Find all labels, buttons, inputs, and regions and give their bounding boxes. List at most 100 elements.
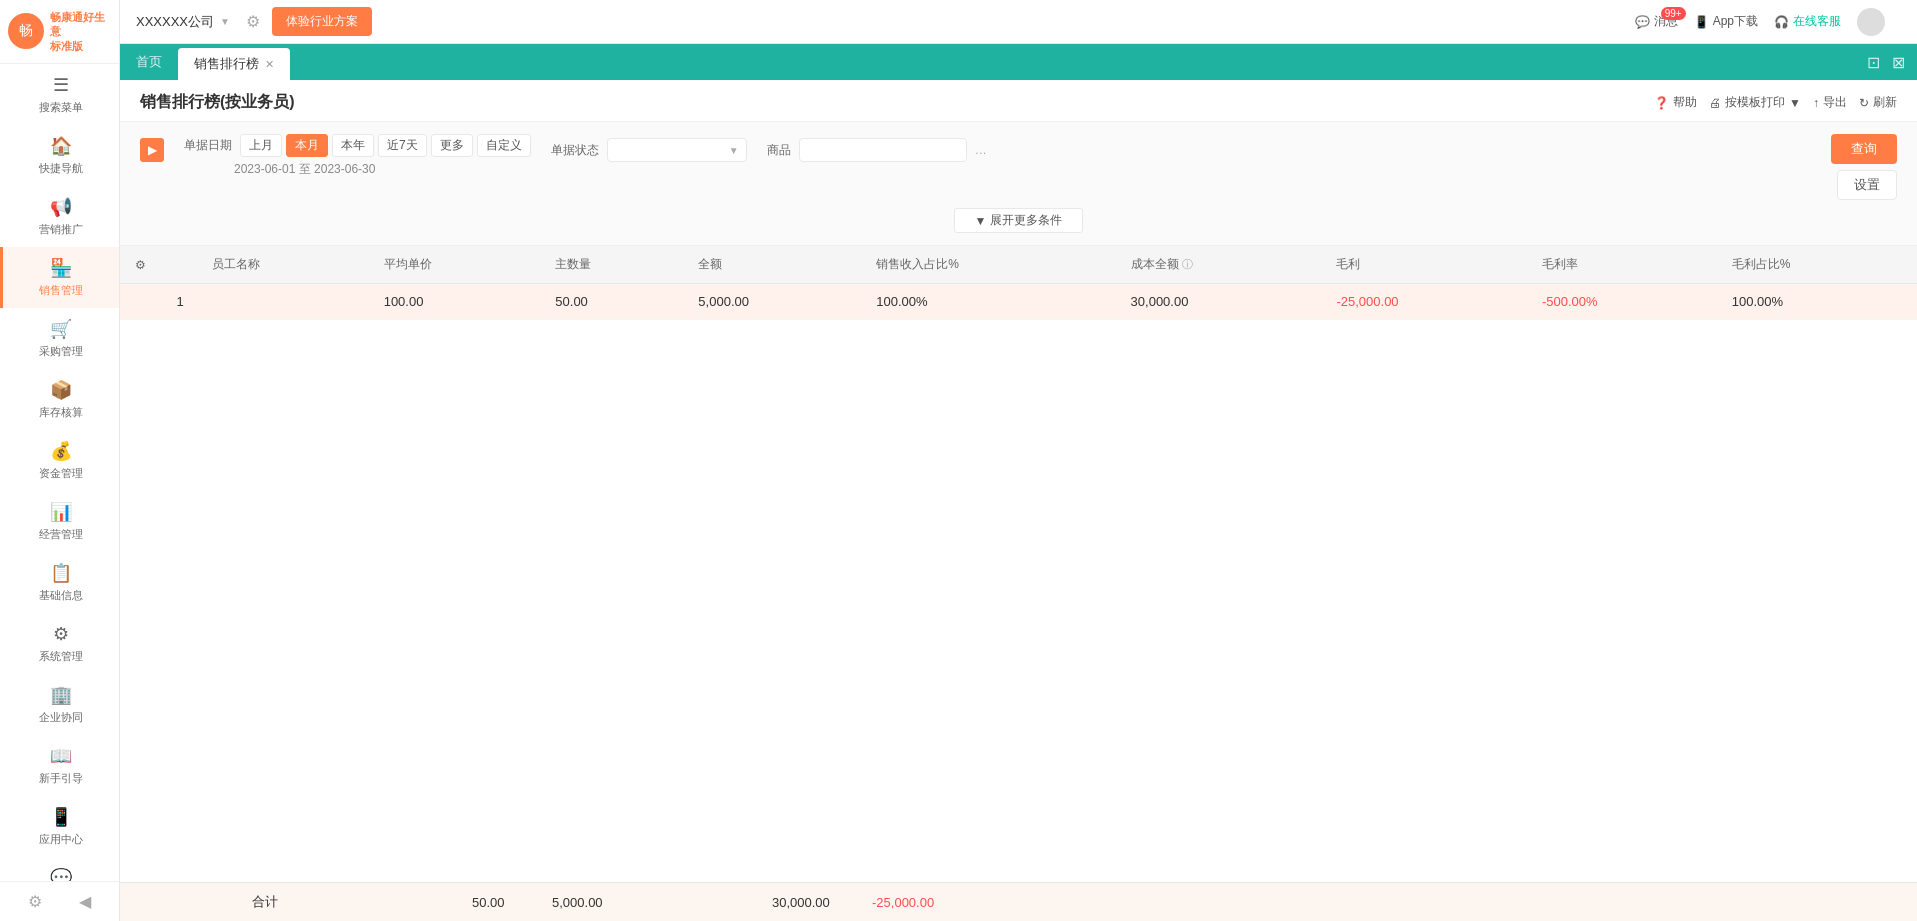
status-select-wrapper: ▼ <box>607 138 747 162</box>
status-select[interactable] <box>607 138 747 162</box>
wechat-icon: 💬 <box>50 867 72 881</box>
print-button[interactable]: 🖨 按模板打印 ▼ <box>1709 94 1801 111</box>
tab-sales-ranking[interactable]: 销售排行榜 ✕ <box>178 48 290 80</box>
sidebar-item-purchase[interactable]: 🛒 采购管理 <box>0 308 119 369</box>
sidebar-item-system[interactable]: ⚙ 系统管理 <box>0 613 119 674</box>
cell-gross: -25,000.00 <box>1324 284 1529 320</box>
tab-close-icon[interactable]: ✕ <box>265 58 274 71</box>
sidebar-item-app-center[interactable]: 📱 应用中心 <box>0 796 119 857</box>
col-avg-price: 平均单价 <box>372 246 544 284</box>
help-button[interactable]: ❓ 帮助 <box>1654 94 1697 111</box>
sidebar-item-sales[interactable]: 🏪 销售管理 <box>0 247 119 308</box>
cell-amount: 5,000.00 <box>686 284 864 320</box>
cell-gross-rate: -500.00% <box>1530 284 1720 320</box>
filter-collapse-btn[interactable]: ▶ <box>140 138 164 162</box>
goods-input[interactable] <box>799 138 967 162</box>
company-selector[interactable]: XXXXXX公司 ▼ <box>136 13 230 31</box>
operations-icon: 📊 <box>50 501 72 523</box>
footer-cost: 30,000.00 <box>772 895 872 910</box>
footer-gross: -25,000.00 <box>872 895 972 910</box>
page-content: 销售排行榜(按业务员) ❓ 帮助 🖨 按模板打印 ▼ ↑ 导出 <box>120 80 1917 921</box>
sidebar-item-operations[interactable]: 📊 经营管理 <box>0 491 119 552</box>
topbar-gear-icon[interactable]: ⚙ <box>246 12 260 31</box>
basic-info-icon: 📋 <box>50 562 72 584</box>
print-dropdown-icon: ▼ <box>1789 96 1801 110</box>
date-options: 上月 本月 本年 近7天 更多 自定义 <box>240 134 531 157</box>
filter-area: ▶ 单据日期 上月 本月 本年 近7天 更多 自定义 <box>120 122 1917 246</box>
page-title: 销售排行榜(按业务员) <box>140 92 295 113</box>
sidebar-item-finance[interactable]: 💰 资金管理 <box>0 430 119 491</box>
sidebar-logo: 畅 畅康通好生意 标准版 <box>0 0 119 64</box>
expand-more-btn[interactable]: ▼ 展开更多条件 <box>954 208 1084 233</box>
goods-more-icon[interactable]: … <box>975 143 987 157</box>
settings-button[interactable]: 设置 <box>1837 170 1897 200</box>
footer-amount: 5,000.00 <box>552 895 652 910</box>
footer-total-label: 合计 <box>252 893 372 911</box>
date-btn-current-year[interactable]: 本年 <box>332 134 374 157</box>
date-range-display: 2023-06-01 至 2023-06-30 <box>184 161 531 178</box>
search-menu-icon: ☰ <box>53 74 69 96</box>
col-rank <box>160 246 200 284</box>
cell-cost: 30,000.00 <box>1119 284 1325 320</box>
purchase-icon: 🛒 <box>50 318 72 340</box>
logo-text: 畅康通好生意 标准版 <box>50 10 111 53</box>
topbar-right: 💬 消息 99+ 📱 App下载 🎧 在线客服 <box>1635 8 1901 36</box>
sidebar: 畅 畅康通好生意 标准版 ☰ 搜索菜单 🏠 快捷导航 📢 营销推广 🏪 销 <box>0 0 120 921</box>
user-avatar[interactable] <box>1857 8 1885 36</box>
date-btn-current-month[interactable]: 本月 <box>286 134 328 157</box>
col-qty: 主数量 <box>543 246 686 284</box>
status-label: 单据状态 <box>551 142 599 159</box>
sidebar-item-search[interactable]: ☰ 搜索菜单 <box>0 64 119 125</box>
cost-info-icon: ⓘ <box>1182 258 1193 270</box>
date-btn-more[interactable]: 更多 <box>431 134 473 157</box>
message-button[interactable]: 💬 消息 99+ <box>1635 13 1678 30</box>
date-filter-group: 单据日期 上月 本月 本年 近7天 更多 自定义 2023-06-01 至 20… <box>184 134 531 178</box>
cell-qty: 50.00 <box>543 284 686 320</box>
refresh-icon: ↻ <box>1859 96 1869 110</box>
sidebar-item-marketing[interactable]: 📢 营销推广 <box>0 186 119 247</box>
sidebar-item-enterprise[interactable]: 🏢 企业协同 <box>0 674 119 735</box>
table-container: ⚙ 员工名称 平均单价 主数量 全额 销售收入占比% 成本全额 ⓘ 毛利 毛利率… <box>120 246 1917 564</box>
service-icon: 🎧 <box>1774 15 1789 29</box>
cell-name <box>200 284 372 320</box>
app-download-button[interactable]: 📱 App下载 <box>1694 13 1758 30</box>
tab-bar: 首页 销售排行榜 ✕ ⊡ ⊠ <box>120 44 1917 80</box>
online-service-button[interactable]: 🎧 在线客服 <box>1774 13 1841 30</box>
table-row: 1 100.00 50.00 5,000.00 100.00% 30,000.0… <box>120 284 1917 320</box>
refresh-button[interactable]: ↻ 刷新 <box>1859 94 1897 111</box>
sidebar-item-quick-nav[interactable]: 🏠 快捷导航 <box>0 125 119 186</box>
tab-home[interactable]: 首页 <box>120 44 178 80</box>
company-dropdown-icon: ▼ <box>220 16 230 27</box>
tab-maximize-icon[interactable]: ⊠ <box>1892 53 1905 72</box>
col-gross: 毛利 <box>1324 246 1529 284</box>
sidebar-item-wechat[interactable]: 💬 企业微信 <box>0 857 119 881</box>
sidebar-item-inventory[interactable]: 📦 库存核算 <box>0 369 119 430</box>
system-icon: ⚙ <box>53 623 69 645</box>
goods-label: 商品 <box>767 142 791 159</box>
table-footer: 合计 50.00 5,000.00 30,000.00 -25,000.00 <box>120 882 1917 921</box>
col-settings[interactable]: ⚙ <box>120 246 160 284</box>
goods-filter-group: 商品 … <box>767 138 987 162</box>
help-icon: ❓ <box>1654 96 1669 110</box>
cell-settings <box>120 284 160 320</box>
sidebar-item-basic-info[interactable]: 📋 基础信息 <box>0 552 119 613</box>
date-btn-last-month[interactable]: 上月 <box>240 134 282 157</box>
trial-button[interactable]: 体验行业方案 <box>272 7 372 36</box>
app-icon: 📱 <box>1694 15 1709 29</box>
home-icon: 🏠 <box>50 135 72 157</box>
tab-minimize-icon[interactable]: ⊡ <box>1867 53 1880 72</box>
cell-gross-pct: 100.00% <box>1720 284 1917 320</box>
page-header: 销售排行榜(按业务员) ❓ 帮助 🖨 按模板打印 ▼ ↑ 导出 <box>120 80 1917 122</box>
data-table: ⚙ 员工名称 平均单价 主数量 全额 销售收入占比% 成本全额 ⓘ 毛利 毛利率… <box>120 246 1917 320</box>
settings-footer-icon[interactable]: ⚙ <box>28 892 42 911</box>
date-btn-custom[interactable]: 自定义 <box>477 134 531 157</box>
print-icon: 🖨 <box>1709 96 1721 110</box>
company-name: XXXXXX公司 <box>136 13 214 31</box>
date-btn-7days[interactable]: 近7天 <box>378 134 427 157</box>
message-icon: 💬 <box>1635 15 1650 29</box>
col-name: 员工名称 <box>200 246 372 284</box>
query-button[interactable]: 查询 <box>1831 134 1897 164</box>
collapse-sidebar-icon[interactable]: ◀ <box>79 892 91 911</box>
sidebar-item-guide[interactable]: 📖 新手引导 <box>0 735 119 796</box>
export-button[interactable]: ↑ 导出 <box>1813 94 1847 111</box>
